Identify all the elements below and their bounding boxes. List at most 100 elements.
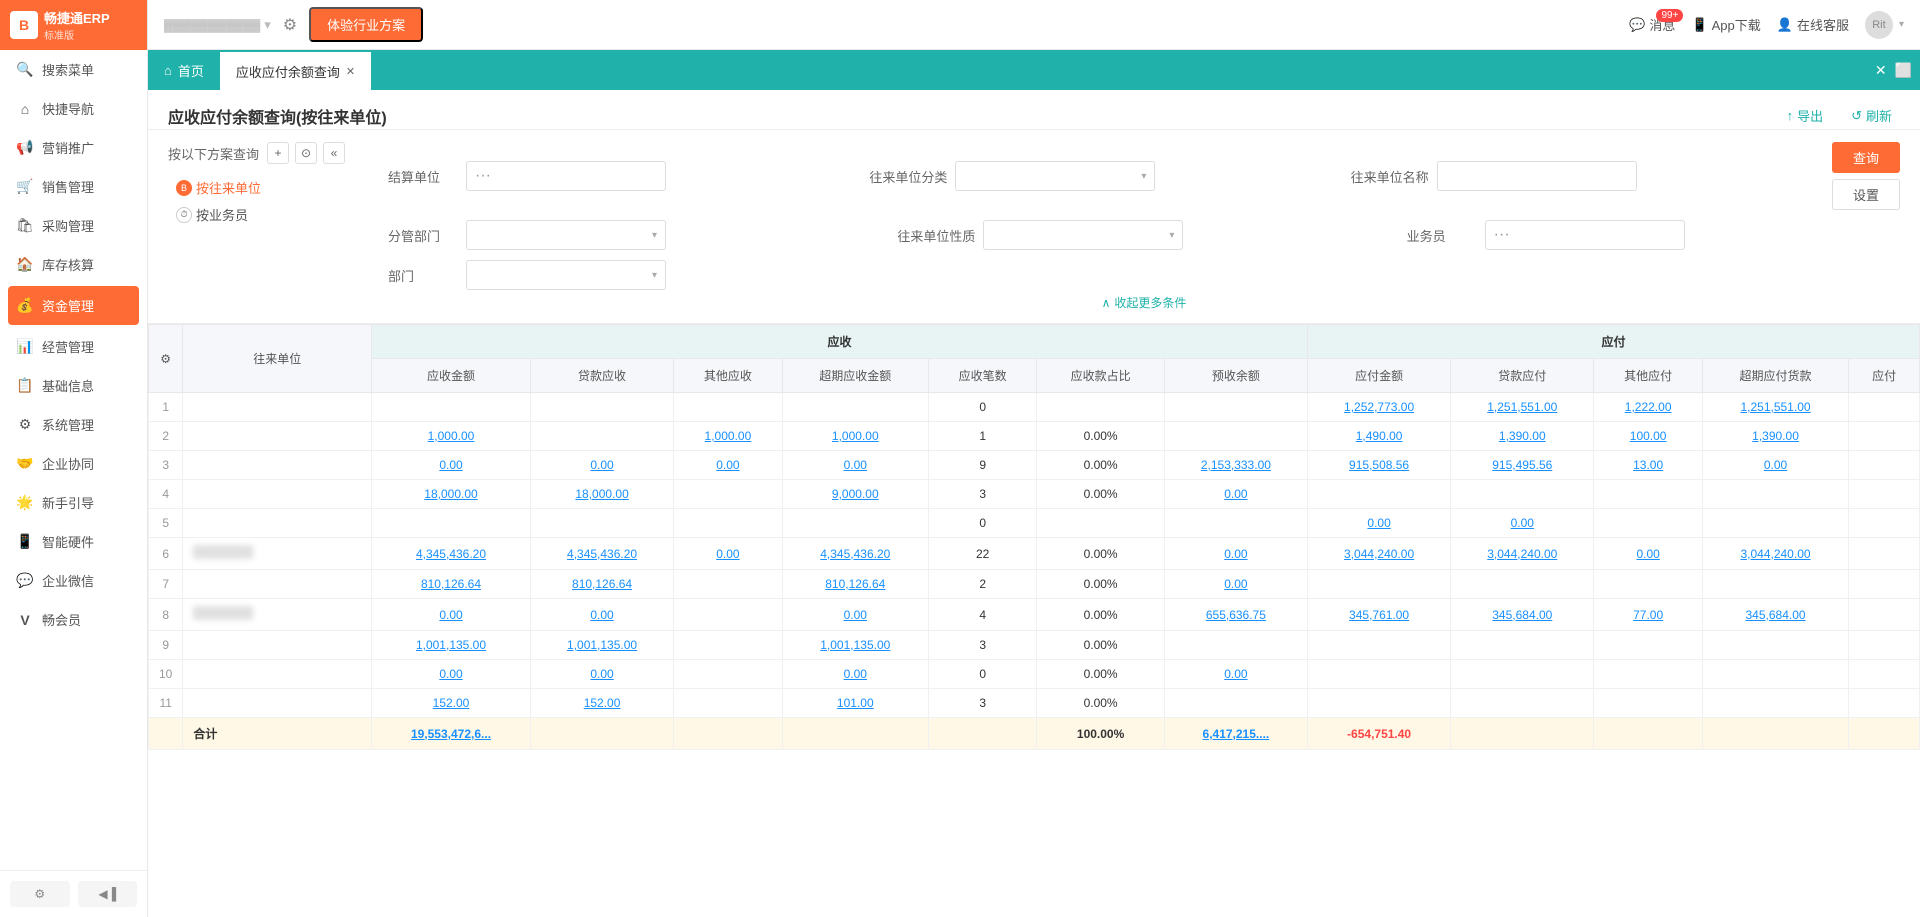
table-row: 21,000.001,000.001,000.0010.00%1,490.001…: [149, 422, 1920, 451]
home-icon: ⌂: [164, 63, 172, 78]
filter-collapse-btn[interactable]: «: [323, 142, 345, 164]
sidebar-item-operations[interactable]: 📊 经营管理: [0, 327, 147, 366]
sidebar-item-collab[interactable]: 🤝 企业协同: [0, 444, 147, 483]
table-row: 80.000.000.0040.00%655,636.75345,761.003…: [149, 599, 1920, 631]
field-partner-nature: 往来单位性质 ▾: [897, 220, 1390, 250]
sidebar-bottom: ⚙ ◀▐: [0, 870, 147, 917]
filter-add-btn[interactable]: +: [267, 142, 289, 164]
dept-manager-input[interactable]: ▾: [466, 220, 666, 250]
tab-expand-icon[interactable]: ⬜: [1895, 62, 1912, 79]
tab-close-window-icon[interactable]: ✕: [1875, 62, 1887, 79]
row-num: 5: [149, 509, 183, 538]
sidebar-item-label: 经营管理: [42, 337, 94, 356]
partner-cell: [183, 689, 372, 718]
tab-bar: ⌂ 首页 应收应付余额查询 ✕ ✕ ⬜: [148, 50, 1920, 90]
collapse-more-btn[interactable]: ∧ 收起更多条件: [388, 294, 1900, 311]
dropdown-arrow-icon2: ▾: [652, 230, 657, 241]
filter-settings-btn[interactable]: ⊙: [295, 142, 317, 164]
query-button[interactable]: 查询: [1832, 142, 1900, 173]
table-row: 11152.00152.00101.0030.00%: [149, 689, 1920, 718]
dept-input[interactable]: ▾: [466, 260, 666, 290]
sidebar-item-label: 营销推广: [42, 138, 94, 157]
sidebar-item-base[interactable]: 📋 基础信息: [0, 366, 147, 405]
sidebar-item-finance[interactable]: 💰 资金管理: [8, 286, 139, 325]
user-avatar: Rit: [1865, 11, 1893, 39]
sidebar-item-member[interactable]: V 畅会员: [0, 600, 147, 639]
filter-option-salesperson[interactable]: ⏱ 按业务员: [168, 201, 368, 228]
col-group-payable: 应付: [1307, 325, 1919, 359]
breadcrumb-text: ▓▓▓▓▓▓▓▓▓▓▓: [164, 18, 260, 32]
filter-row-3: 部门 ▾: [388, 260, 1900, 290]
app-download-btn[interactable]: 📱 App下载: [1691, 15, 1760, 34]
table-row: 100.000.000.0000.00%0.00: [149, 660, 1920, 689]
footer-prepay[interactable]: 6,417,215....: [1164, 718, 1307, 750]
row-num: 11: [149, 689, 183, 718]
query-btn-group: 查询 设置: [1832, 142, 1900, 210]
row-num: 4: [149, 480, 183, 509]
tab-receivable[interactable]: 应收应付余额查询 ✕: [220, 50, 371, 90]
messages-btn[interactable]: 💬 消息 99+: [1629, 15, 1675, 34]
sidebar: B 畅捷通ERP 标准版 🔍 搜索菜单 ⌂ 快捷导航 📢 营销推广 🛒 销售管理…: [0, 0, 148, 917]
logo-name: 畅捷通ERP: [44, 8, 110, 27]
page-title: 应收应付余额查询(按往来单位): [168, 104, 387, 128]
refresh-label: 刷新: [1866, 106, 1892, 125]
settlement-unit-input[interactable]: ···: [466, 161, 666, 191]
col-settings[interactable]: ⚙: [149, 325, 183, 393]
col-other-receivable: 其他应收: [674, 359, 783, 393]
sidebar-item-label: 系统管理: [42, 415, 94, 434]
data-table-container: ⚙ 往来单位 应收 应付 应收金额 贷款应收 其他应收 超期应收金额 应收笔数 …: [148, 324, 1920, 917]
field-dept-manager: 分管部门 ▾: [388, 220, 881, 250]
user-area[interactable]: Rit ▾: [1865, 11, 1904, 39]
finance-icon: 💰: [16, 297, 34, 314]
sidebar-item-search-menu[interactable]: 🔍 搜索菜单: [0, 50, 147, 89]
sidebar-item-purchase[interactable]: 🛍 采购管理: [0, 206, 147, 245]
page-header: 应收应付余额查询(按往来单位) ↑ 导出 ↺ 刷新: [148, 90, 1920, 130]
footer-ratio: 100.00%: [1037, 718, 1164, 750]
sidebar-item-quick-nav[interactable]: ⌂ 快捷导航: [0, 89, 147, 128]
sidebar-item-sales[interactable]: 🛒 销售管理: [0, 167, 147, 206]
sidebar-settings-btn[interactable]: ⚙: [10, 881, 70, 907]
sidebar-item-system[interactable]: ⚙ 系统管理: [0, 405, 147, 444]
partner-name-input[interactable]: [1437, 161, 1637, 191]
sidebar-item-label: 资金管理: [42, 296, 94, 315]
tab-close-icon[interactable]: ✕: [346, 65, 355, 78]
sidebar-item-inventory[interactable]: 🏠 库存核算: [0, 245, 147, 284]
top-header: ▓▓▓▓▓▓▓▓▓▓▓ ▾ ⚙ 体验行业方案 💬 消息 99+ 📱 App下载 …: [148, 0, 1920, 50]
sidebar-item-label: 基础信息: [42, 376, 94, 395]
sidebar-item-label: 畅会员: [42, 610, 81, 629]
sidebar-collapse-btn[interactable]: ◀▐: [78, 881, 138, 907]
partner-cell: [183, 570, 372, 599]
header-settings-icon[interactable]: ⚙: [283, 15, 297, 35]
salesperson-input[interactable]: ···: [1485, 220, 1685, 250]
sidebar-menu: 🔍 搜索菜单 ⌂ 快捷导航 📢 营销推广 🛒 销售管理 🛍 采购管理 🏠 库存核…: [0, 50, 147, 870]
export-btn[interactable]: ↑ 导出: [1779, 102, 1832, 129]
partner-nature-input[interactable]: ▾: [983, 220, 1183, 250]
dept-label: 部门: [388, 266, 458, 285]
main-content: 应收应付余额查询(按往来单位) ↑ 导出 ↺ 刷新 按以下方案查询 + ⊙: [148, 90, 1920, 917]
sidebar-item-label: 企业协同: [42, 454, 94, 473]
sidebar-item-hardware[interactable]: 📱 智能硬件: [0, 522, 147, 561]
refresh-icon: ↺: [1851, 108, 1862, 124]
table-row: 418,000.0018,000.009,000.0030.00%0.00: [149, 480, 1920, 509]
setting-button[interactable]: 设置: [1832, 179, 1900, 210]
filter-option-salesperson-label: 按业务员: [196, 205, 248, 224]
field-partner-category: 往来单位分类 ▾: [869, 161, 1334, 191]
partner-nature-label: 往来单位性质: [897, 226, 975, 245]
field-dept: 部门 ▾: [388, 260, 1900, 290]
filter-option-partner[interactable]: B 按往来单位: [168, 174, 368, 201]
partner-category-input[interactable]: ▾: [955, 161, 1155, 191]
promo-button[interactable]: 体验行业方案: [309, 7, 423, 42]
sidebar-item-marketing[interactable]: 📢 营销推广: [0, 128, 147, 167]
header-breadcrumb: ▓▓▓▓▓▓▓▓▓▓▓ ▾: [164, 17, 271, 33]
wechat-icon: 💬: [16, 572, 34, 589]
dropdown-arrow-icon: ▾: [1141, 171, 1146, 182]
sidebar-item-wechat[interactable]: 💬 企业微信: [0, 561, 147, 600]
sidebar-item-guide[interactable]: 🌟 新手引导: [0, 483, 147, 522]
message-icon: 💬: [1629, 17, 1645, 33]
footer-receivable-amount[interactable]: 19,553,472,6...: [372, 718, 531, 750]
online-service-btn[interactable]: 👤 在线客服: [1777, 15, 1849, 34]
tab-bar-actions: ✕ ⬜: [1875, 62, 1920, 79]
sidebar-item-label: 采购管理: [42, 216, 94, 235]
tab-home[interactable]: ⌂ 首页: [148, 50, 220, 90]
refresh-btn[interactable]: ↺ 刷新: [1843, 102, 1900, 129]
